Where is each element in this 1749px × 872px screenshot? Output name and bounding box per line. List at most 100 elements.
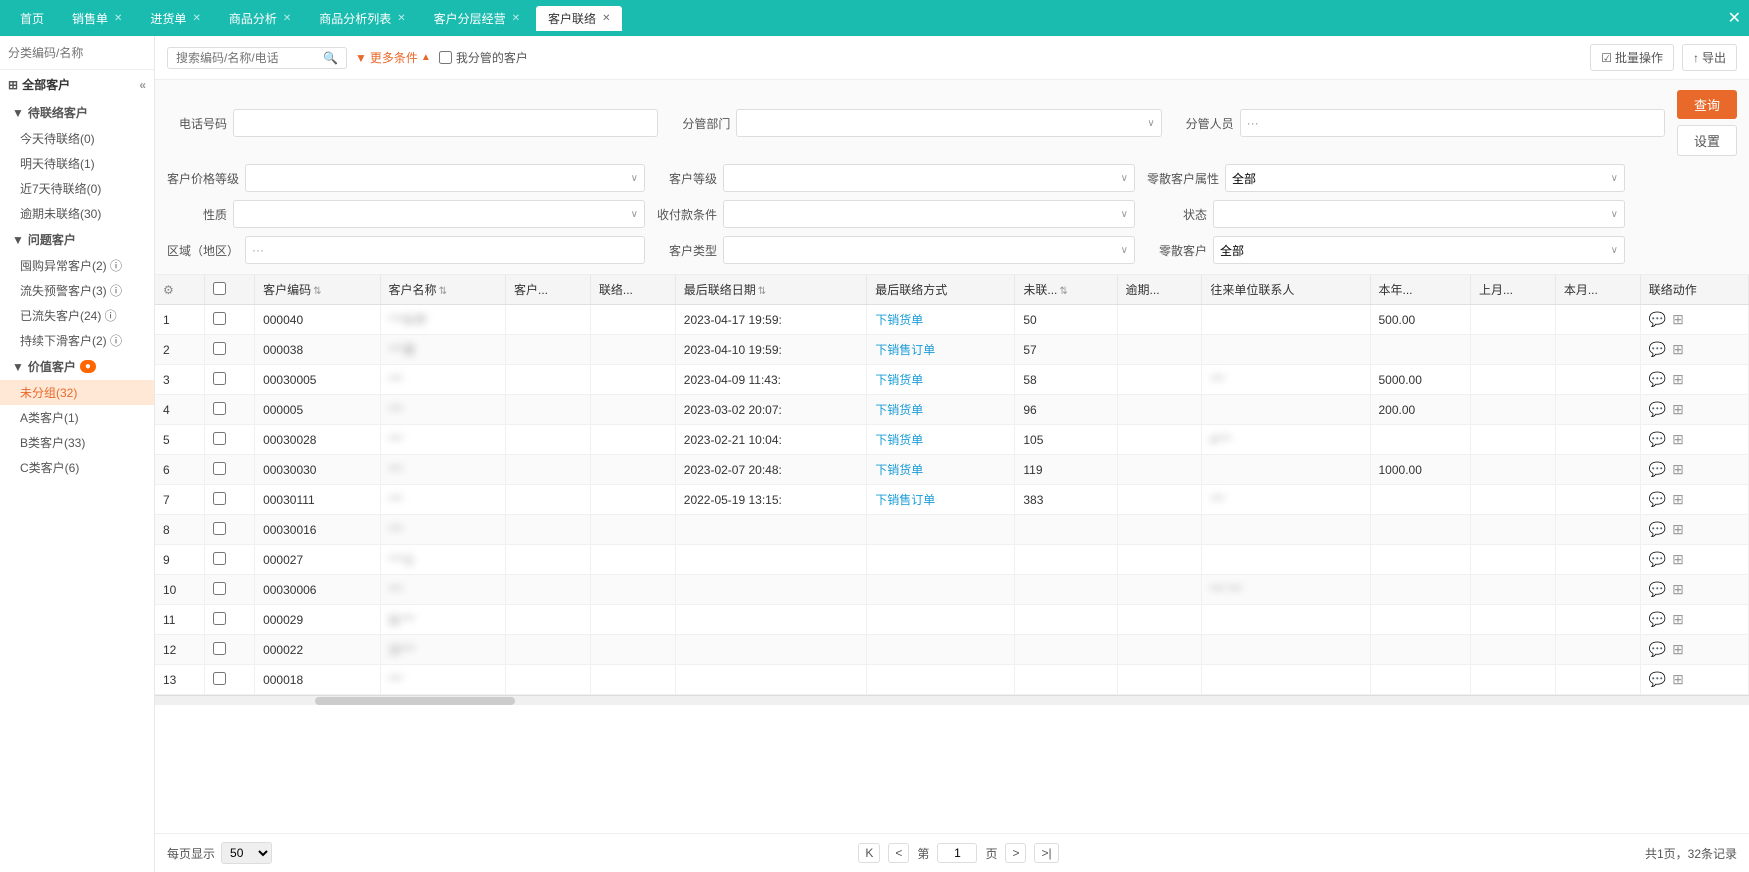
my-customers-check[interactable] [439,51,452,64]
cell-checkbox[interactable] [205,455,255,485]
cell-checkbox[interactable] [205,545,255,575]
query-button[interactable]: 查询 [1677,90,1737,119]
col-checkbox[interactable] [205,275,255,305]
cell-last-method[interactable]: 下销售订单 [867,485,1015,515]
customer-level-select[interactable]: ∨ [723,164,1135,192]
grid-action-icon[interactable]: ⊞ [1672,581,1684,598]
row-checkbox[interactable] [213,552,226,565]
sidebar-item-today-pending[interactable]: 今天待联络(0) [0,126,154,151]
cell-last-method[interactable] [867,635,1015,665]
sidebar-item-churn-warning[interactable]: 流失预警客户(3) ⓘ [0,278,154,303]
status-select[interactable]: ∨ [1213,200,1625,228]
cell-last-method[interactable]: 下销货单 [867,365,1015,395]
chat-icon[interactable]: 💬 [1649,581,1666,598]
col-name[interactable]: 客户名称⇅ [380,275,505,305]
chat-icon[interactable]: 💬 [1649,401,1666,418]
contact-method-link[interactable]: 下销售订单 [875,493,935,507]
horizontal-scrollbar[interactable] [155,695,1749,705]
contact-method-link[interactable]: 下销货单 [875,403,923,417]
sidebar-search-input[interactable] [8,46,155,60]
all-customers-header[interactable]: ⊞ 全部客户 « [0,70,154,99]
chat-icon[interactable]: 💬 [1649,521,1666,538]
cell-checkbox[interactable] [205,305,255,335]
cell-checkbox[interactable] [205,605,255,635]
row-checkbox[interactable] [213,342,226,355]
sidebar-item-class-a[interactable]: A类客户(1) [0,405,154,430]
row-checkbox[interactable] [213,642,226,655]
select-all-checkbox[interactable] [213,282,226,295]
chat-icon[interactable]: 💬 [1649,671,1666,688]
row-checkbox[interactable] [213,672,226,685]
grid-action-icon[interactable]: ⊞ [1672,551,1684,568]
first-page-button[interactable]: K [858,843,880,863]
cell-last-method[interactable]: 下销货单 [867,425,1015,455]
scrollbar-thumb[interactable] [315,697,515,705]
grid-action-icon[interactable]: ⊞ [1672,311,1684,328]
cell-last-method[interactable] [867,545,1015,575]
row-checkbox[interactable] [213,492,226,505]
price-level-select[interactable]: ∨ [245,164,645,192]
sidebar-item-declining[interactable]: 持续下滑客户(2) ⓘ [0,328,154,353]
cell-last-method[interactable] [867,515,1015,545]
close-icon[interactable]: ✕ [397,13,405,24]
window-close-button[interactable]: ✕ [1728,8,1741,28]
sidebar-item-class-b[interactable]: B类客户(33) [0,430,154,455]
col-last-contact-date[interactable]: 最后联络日期⇅ [675,275,867,305]
cell-checkbox[interactable] [205,575,255,605]
chat-icon[interactable]: 💬 [1649,341,1666,358]
cell-last-method[interactable] [867,665,1015,695]
sidebar-item-churned[interactable]: 已流失客户(24) ⓘ [0,303,154,328]
search-box[interactable]: 🔍 [167,47,347,69]
row-checkbox[interactable] [213,462,226,475]
cell-checkbox[interactable] [205,365,255,395]
dept-select[interactable]: ∨ [736,109,1161,137]
nature-select[interactable]: ∨ [233,200,645,228]
chat-icon[interactable]: 💬 [1649,551,1666,568]
prev-page-button[interactable]: < [888,843,909,863]
chat-icon[interactable]: 💬 [1649,311,1666,328]
cell-last-method[interactable]: 下销货单 [867,305,1015,335]
contact-method-link[interactable]: 下销货单 [875,463,923,477]
tab-customer-segment[interactable]: 客户分层经营 ✕ [422,6,532,31]
collapse-icon[interactable]: « [139,78,146,92]
sidebar-item-abnormal-hoarding[interactable]: 囤购异常客户(2) ⓘ [0,253,154,278]
close-icon[interactable]: ✕ [114,13,122,24]
row-checkbox[interactable] [213,432,226,445]
more-conditions-button[interactable]: ▼ 更多条件 ▲ [355,49,431,66]
region-input[interactable]: ··· [245,236,645,264]
manager-input[interactable]: ··· [1240,109,1665,137]
contact-method-link[interactable]: 下销货单 [875,373,923,387]
sidebar-item-tomorrow-pending[interactable]: 明天待联络(1) [0,151,154,176]
chat-icon[interactable]: 💬 [1649,641,1666,658]
sidebar-item-7day-pending[interactable]: 近7天待联络(0) [0,176,154,201]
chat-icon[interactable]: 💬 [1649,461,1666,478]
grid-action-icon[interactable]: ⊞ [1672,671,1684,688]
cell-checkbox[interactable] [205,425,255,455]
cell-checkbox[interactable] [205,335,255,365]
grid-action-icon[interactable]: ⊞ [1672,491,1684,508]
sparse-customer-select[interactable]: 全部 ∨ [1213,236,1625,264]
section-pending-contact[interactable]: ▼ 待联络客户 [0,99,154,126]
my-customers-checkbox[interactable]: 我分管的客户 [439,49,528,66]
chat-icon[interactable]: 💬 [1649,431,1666,448]
col-no-contact[interactable]: 未联...⇅ [1015,275,1117,305]
grid-action-icon[interactable]: ⊞ [1672,641,1684,658]
row-checkbox[interactable] [213,372,226,385]
grid-action-icon[interactable]: ⊞ [1672,341,1684,358]
close-icon[interactable]: ✕ [602,13,610,24]
sidebar-item-class-c[interactable]: C类客户(6) [0,455,154,480]
grid-action-icon[interactable]: ⊞ [1672,401,1684,418]
chat-icon[interactable]: 💬 [1649,611,1666,628]
cell-last-method[interactable]: 下销货单 [867,455,1015,485]
sidebar-item-unclassified[interactable]: 未分组(32) [0,380,154,405]
grid-action-icon[interactable]: ⊞ [1672,431,1684,448]
grid-action-icon[interactable]: ⊞ [1672,611,1684,628]
row-checkbox[interactable] [213,402,226,415]
cell-last-method[interactable]: 下销货单 [867,395,1015,425]
contact-method-link[interactable]: 下销售订单 [875,343,935,357]
customer-type-select[interactable]: ∨ [723,236,1135,264]
row-checkbox[interactable] [213,522,226,535]
phone-input[interactable] [233,109,658,137]
export-button[interactable]: ↑ 导出 [1682,44,1737,71]
sidebar-search-bar[interactable]: 🔍 [0,36,154,70]
